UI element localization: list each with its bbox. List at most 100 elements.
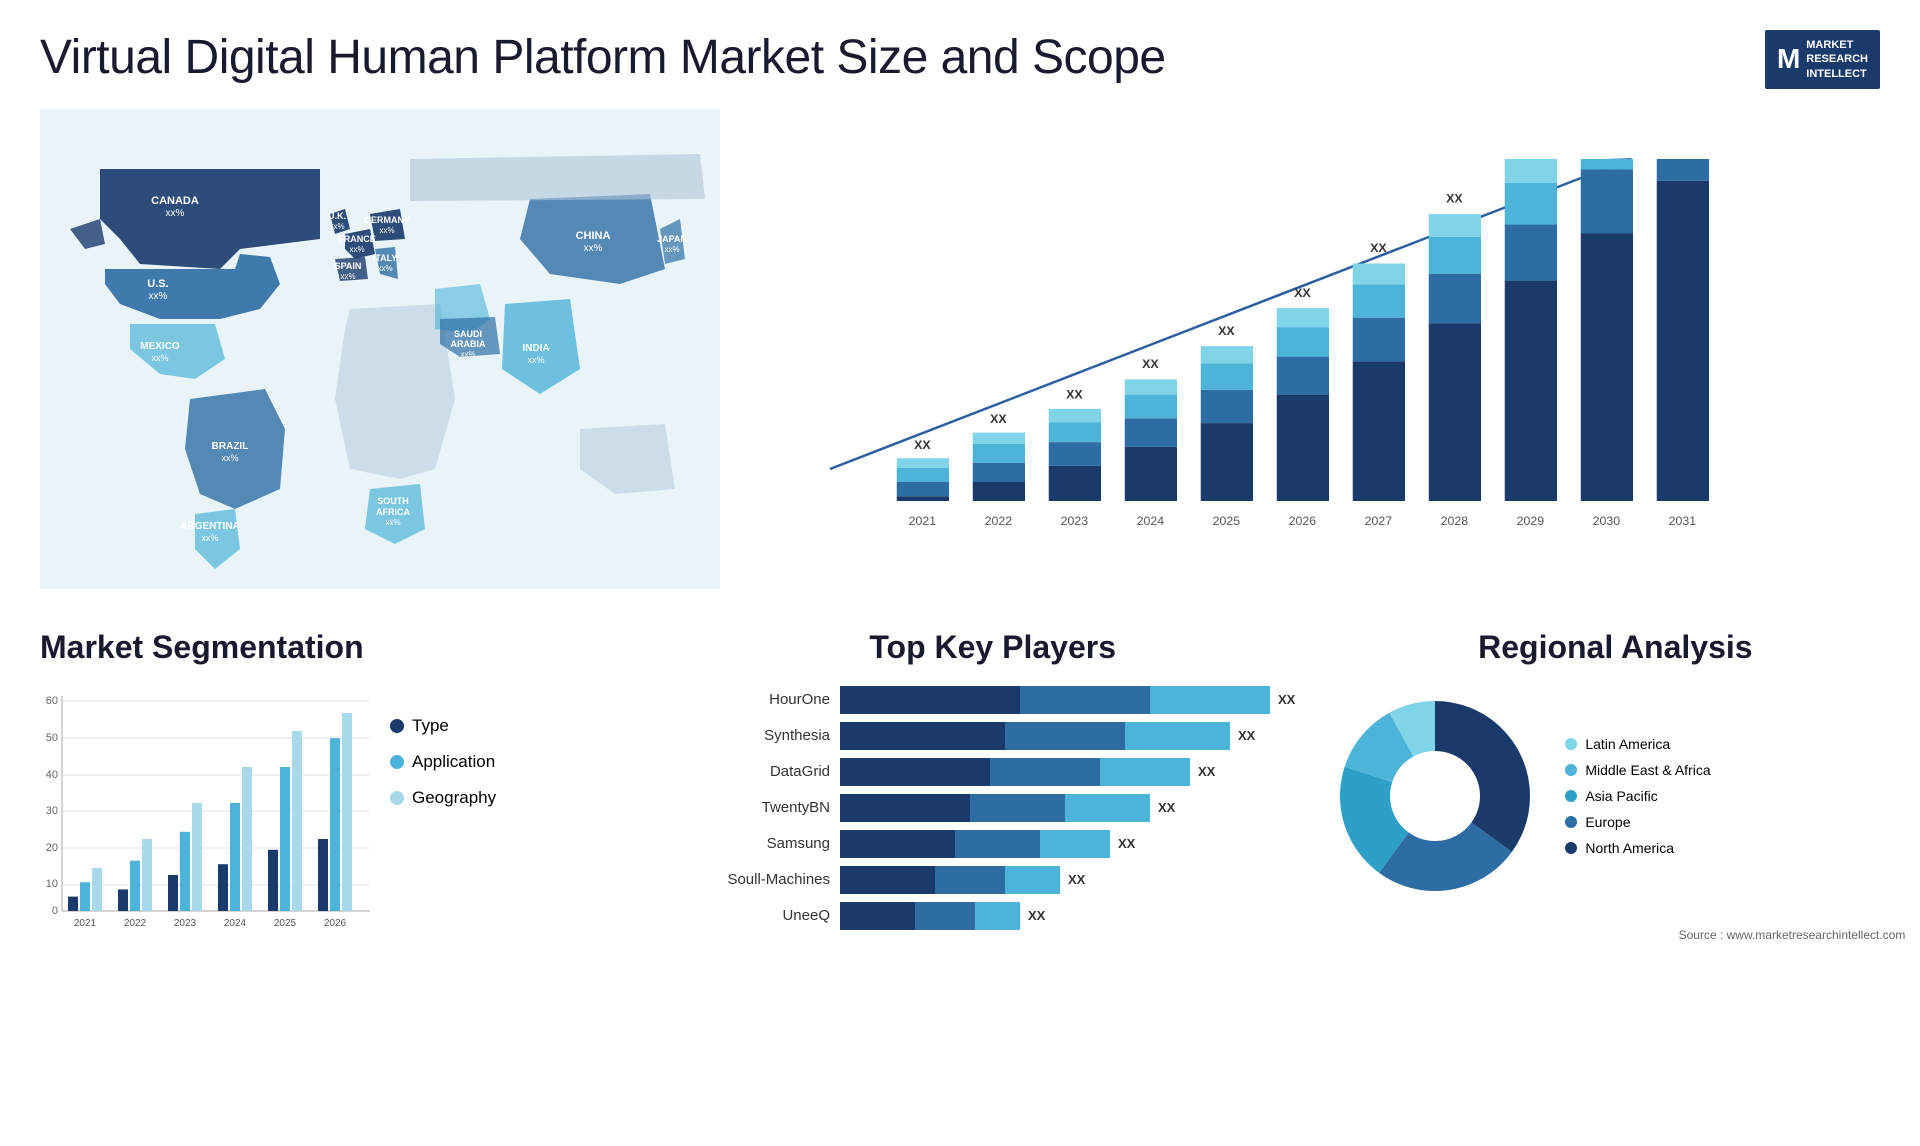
legend-asia-pacific: Asia Pacific — [1565, 788, 1710, 804]
svg-text:xx%: xx% — [201, 533, 218, 543]
player-name-hourone: HourOne — [690, 691, 830, 708]
svg-text:U.S.: U.S. — [147, 278, 168, 290]
svg-text:50: 50 — [46, 732, 58, 744]
logo-area: M MARKET RESEARCH INTELLECT — [1765, 30, 1880, 89]
svg-text:INDIA: INDIA — [522, 343, 549, 354]
bar-chart-section: XX 2021 XX 2022 XX — [740, 109, 1880, 609]
svg-text:xx%: xx% — [664, 245, 679, 254]
svg-text:2025: 2025 — [274, 918, 297, 929]
page-title: Virtual Digital Human Platform Market Si… — [40, 30, 1166, 85]
dot-middle-east — [1565, 764, 1577, 776]
svg-text:CANADA: CANADA — [151, 195, 199, 207]
svg-text:xx%: xx% — [527, 355, 544, 365]
svg-text:XX: XX — [1142, 357, 1159, 371]
svg-text:xx%: xx% — [377, 264, 392, 273]
legend-europe: Europe — [1565, 814, 1710, 830]
segmentation-chart-svg: 60 50 40 30 20 10 0 — [40, 686, 380, 946]
svg-text:FRANCE: FRANCE — [338, 234, 376, 244]
svg-text:XX: XX — [1218, 324, 1235, 338]
svg-text:MEXICO: MEXICO — [140, 341, 180, 352]
svg-text:XX: XX — [990, 412, 1007, 426]
svg-text:2028: 2028 — [1441, 514, 1469, 528]
player-xx-soull: XX — [1068, 872, 1085, 887]
svg-text:SOUTH: SOUTH — [377, 496, 409, 506]
svg-text:30: 30 — [46, 805, 58, 817]
svg-text:ARABIA: ARABIA — [451, 339, 486, 349]
legend-latin-america: Latin America — [1565, 736, 1710, 752]
svg-text:xx%: xx% — [340, 272, 355, 281]
player-name-twentybn: TwentyBN — [690, 799, 830, 816]
player-row-hourone: HourOne XX — [690, 686, 1295, 714]
player-xx-datagrid: XX — [1198, 764, 1215, 779]
svg-text:xx%: xx% — [149, 291, 168, 302]
bars-svg: XX 2021 XX 2022 XX — [780, 159, 1840, 539]
dot-europe — [1565, 816, 1577, 828]
svg-text:2021: 2021 — [909, 514, 937, 528]
legend-application: Application — [390, 752, 496, 772]
svg-text:XX: XX — [1446, 192, 1463, 206]
regional-analysis-section: Regional Analysis — [1325, 629, 1905, 951]
svg-text:JAPAN: JAPAN — [657, 234, 687, 244]
svg-text:2024: 2024 — [224, 918, 247, 929]
logo-text: MARKET RESEARCH INTELLECT — [1806, 38, 1868, 81]
svg-text:CHINA: CHINA — [576, 230, 611, 242]
dot-asia-pacific — [1565, 790, 1577, 802]
svg-text:SAUDI: SAUDI — [454, 329, 482, 339]
svg-text:xx%: xx% — [379, 226, 394, 235]
svg-text:xx%: xx% — [329, 222, 344, 231]
svg-text:ITALY: ITALY — [373, 253, 398, 263]
legend-middle-east: Middle East & Africa — [1565, 762, 1710, 778]
svg-text:xx%: xx% — [385, 518, 400, 527]
player-xx-samsung: XX — [1118, 836, 1135, 851]
regional-container: Latin America Middle East & Africa Asia … — [1325, 686, 1905, 906]
label-latin-america: Latin America — [1585, 736, 1670, 752]
player-row-datagrid: DataGrid XX — [690, 758, 1295, 786]
svg-text:XX: XX — [1066, 387, 1083, 401]
player-row-twentybn: TwentyBN XX — [690, 794, 1295, 822]
logo-box: M MARKET RESEARCH INTELLECT — [1765, 30, 1880, 89]
label-north-america: North America — [1585, 840, 1674, 856]
players-title: Top Key Players — [690, 629, 1295, 666]
legend-dot-type — [390, 719, 404, 733]
source-text: Source : www.marketresearchintellect.com — [1679, 928, 1906, 942]
svg-text:XX: XX — [1294, 286, 1311, 300]
player-row-samsung: Samsung XX — [690, 830, 1295, 858]
dot-latin-america — [1565, 738, 1577, 750]
svg-text:2025: 2025 — [1213, 514, 1241, 528]
svg-text:XX: XX — [1370, 241, 1387, 255]
header: Virtual Digital Human Platform Market Si… — [0, 0, 1920, 109]
svg-text:ARGENTINA: ARGENTINA — [180, 521, 239, 532]
player-xx-synthesia: XX — [1238, 728, 1255, 743]
world-map-svg: CANADA xx% U.S. xx% MEXICO xx% BRAZIL xx… — [40, 109, 720, 589]
svg-text:xx%: xx% — [166, 208, 185, 219]
player-name-uneeq: UneeQ — [690, 907, 830, 924]
svg-text:2023: 2023 — [174, 918, 197, 929]
legend-geography: Geography — [390, 788, 496, 808]
regional-title: Regional Analysis — [1325, 629, 1905, 666]
svg-text:SPAIN: SPAIN — [335, 261, 362, 271]
legend-dot-geography — [390, 791, 404, 805]
label-europe: Europe — [1585, 814, 1630, 830]
players-list: HourOne XX Synthesia — [690, 686, 1295, 930]
legend-label-geography: Geography — [412, 788, 496, 808]
player-name-samsung: Samsung — [690, 835, 830, 852]
svg-text:BRAZIL: BRAZIL — [212, 441, 249, 452]
player-name-soull: Soull-Machines — [690, 871, 830, 888]
top-players-section: Top Key Players HourOne XX Synthesia — [690, 629, 1295, 951]
player-name-datagrid: DataGrid — [690, 763, 830, 780]
svg-text:xx%: xx% — [584, 243, 603, 254]
donut-chart-svg — [1325, 686, 1545, 906]
player-xx-uneeq: XX — [1028, 908, 1045, 923]
legend-label-application: Application — [412, 752, 495, 772]
player-name-synthesia: Synthesia — [690, 727, 830, 744]
player-row-uneeq: UneeQ XX — [690, 902, 1295, 930]
segmentation-title: Market Segmentation — [40, 629, 660, 666]
player-row-synthesia: Synthesia XX — [690, 722, 1295, 750]
svg-text:60: 60 — [46, 695, 58, 707]
svg-text:xx%: xx% — [349, 245, 364, 254]
svg-text:2029: 2029 — [1517, 514, 1545, 528]
player-xx-twentybn: XX — [1158, 800, 1175, 815]
world-map-section: CANADA xx% U.S. xx% MEXICO xx% BRAZIL xx… — [40, 109, 720, 609]
legend-dot-application — [390, 755, 404, 769]
player-row-soull: Soull-Machines XX — [690, 866, 1295, 894]
